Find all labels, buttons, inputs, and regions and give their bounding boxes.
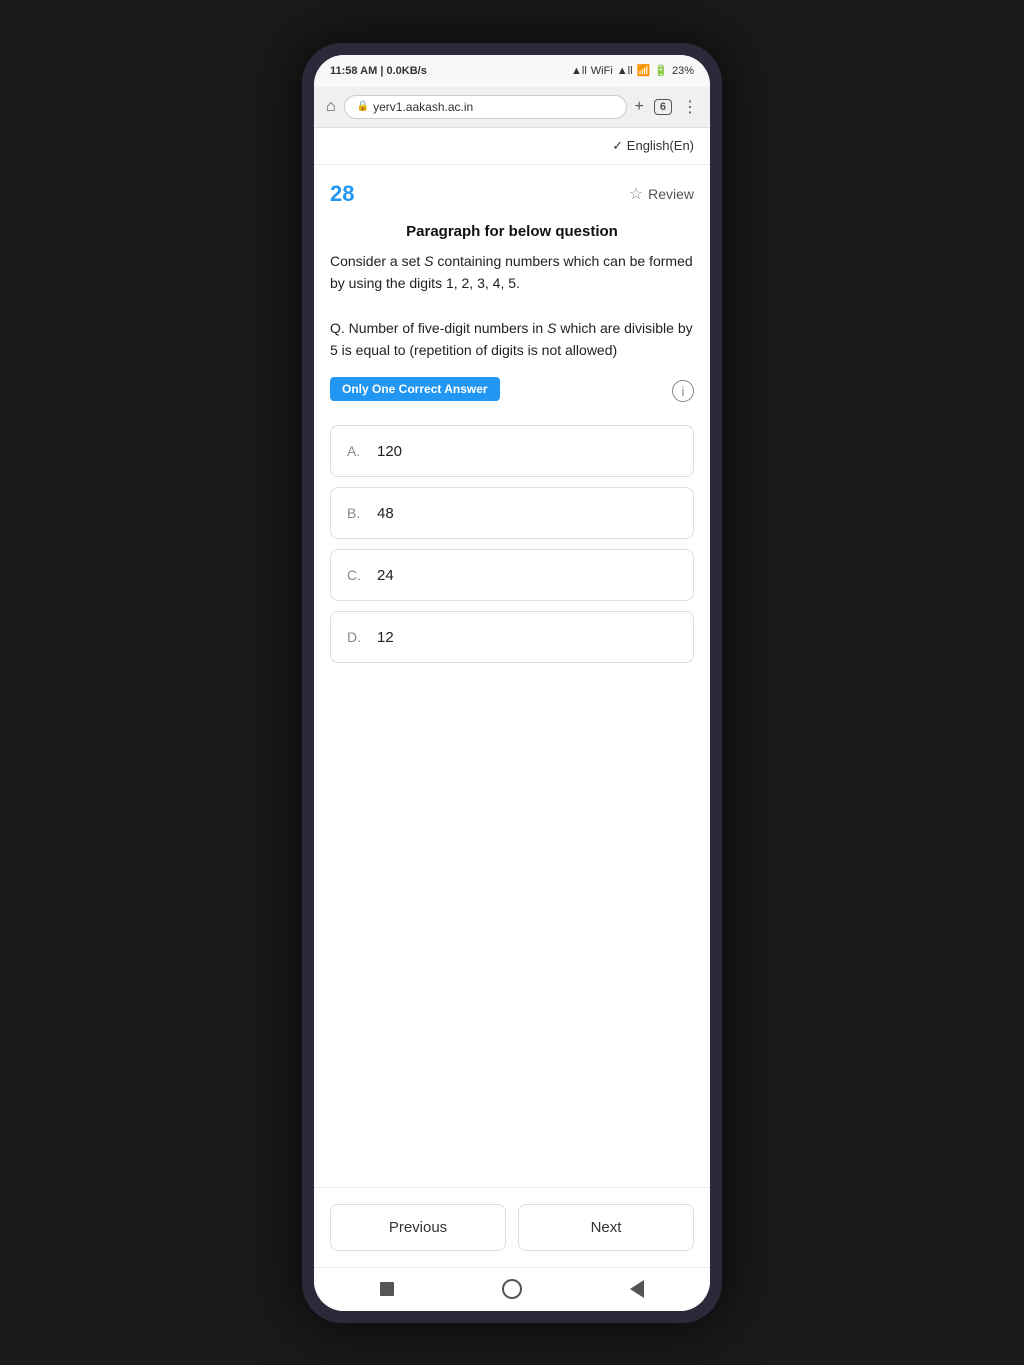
review-button[interactable]: ☆ Review: [629, 184, 694, 204]
recent-apps-button[interactable]: [501, 1278, 523, 1300]
menu-icon[interactable]: ⋮: [682, 97, 698, 117]
previous-button[interactable]: Previous: [330, 1204, 506, 1251]
question-number: 28: [330, 181, 354, 207]
option-a-value: 120: [377, 443, 402, 460]
option-a[interactable]: A. 120: [330, 425, 694, 477]
next-button[interactable]: Next: [518, 1204, 694, 1251]
navigation-buttons: Previous Next: [314, 1187, 710, 1267]
paragraph-text: Consider a set S containing numbers whic…: [330, 253, 693, 291]
paragraph-title: Paragraph for below question: [330, 223, 694, 240]
option-c-value: 24: [377, 567, 394, 584]
back-button[interactable]: [626, 1278, 648, 1300]
back-arrow-icon: [630, 1280, 644, 1298]
option-c[interactable]: C. 24: [330, 549, 694, 601]
badge-row: Only One Correct Answer i: [330, 377, 694, 405]
wifi-icon: WiFi: [591, 65, 613, 77]
phone-screen: 11:58 AM | 0.0KB/s ▲ll WiFi ▲ll 📶 🔋 23% …: [314, 55, 710, 1311]
star-icon: ☆: [629, 184, 643, 204]
option-d-label: D.: [347, 629, 363, 645]
tab-count[interactable]: 6: [654, 99, 672, 115]
option-b-value: 48: [377, 505, 394, 522]
signal-icon-2: ▲ll: [617, 65, 633, 77]
circle-icon: [502, 1279, 522, 1299]
info-icon[interactable]: i: [672, 380, 694, 402]
option-d[interactable]: D. 12: [330, 611, 694, 663]
status-bar: 11:58 AM | 0.0KB/s ▲ll WiFi ▲ll 📶 🔋 23%: [314, 55, 710, 87]
language-label: ✓ English(En): [612, 138, 694, 153]
question-paragraph: Consider a set S containing numbers whic…: [330, 250, 694, 362]
option-c-label: C.: [347, 567, 363, 583]
wifi-signal-icon: 📶: [637, 64, 651, 77]
question-card: 28 ☆ Review Paragraph for below question…: [314, 165, 710, 1187]
option-b-label: B.: [347, 505, 363, 521]
battery-percent: 23%: [672, 65, 694, 77]
language-bar[interactable]: ✓ English(En): [314, 128, 710, 165]
bottom-nav-bar: [314, 1267, 710, 1311]
new-tab-icon[interactable]: +: [635, 98, 644, 116]
phone-container: 11:58 AM | 0.0KB/s ▲ll WiFi ▲ll 📶 🔋 23% …: [302, 43, 722, 1323]
signal-icon: ▲ll: [571, 65, 587, 77]
status-right: ▲ll WiFi ▲ll 📶 🔋 23%: [571, 64, 694, 77]
option-b[interactable]: B. 48: [330, 487, 694, 539]
question-body: Q. Number of five-digit numbers in S whi…: [330, 320, 693, 358]
option-a-label: A.: [347, 443, 363, 459]
battery-icon: 🔋: [654, 64, 668, 77]
option-d-value: 12: [377, 629, 394, 646]
question-header: 28 ☆ Review: [330, 181, 694, 207]
url-bar[interactable]: 🔒 yerv1.aakash.ac.in: [344, 95, 627, 119]
browser-bar: ⌂ 🔒 yerv1.aakash.ac.in + 6 ⋮: [314, 87, 710, 128]
home-icon[interactable]: ⌂: [326, 98, 336, 116]
status-time: 11:58 AM | 0.0KB/s: [330, 65, 427, 77]
square-icon: [380, 1282, 394, 1296]
options-section: A. 120 B. 48 C. 24 D. 12: [330, 425, 694, 663]
url-text: yerv1.aakash.ac.in: [373, 100, 473, 114]
home-nav-button[interactable]: [376, 1278, 398, 1300]
browser-actions: + 6 ⋮: [635, 97, 698, 117]
lock-icon: 🔒: [357, 101, 369, 112]
answer-type-badge: Only One Correct Answer: [330, 377, 500, 401]
content-area: ✓ English(En) 28 ☆ Review Paragraph for …: [314, 128, 710, 1267]
review-label: Review: [648, 186, 694, 202]
